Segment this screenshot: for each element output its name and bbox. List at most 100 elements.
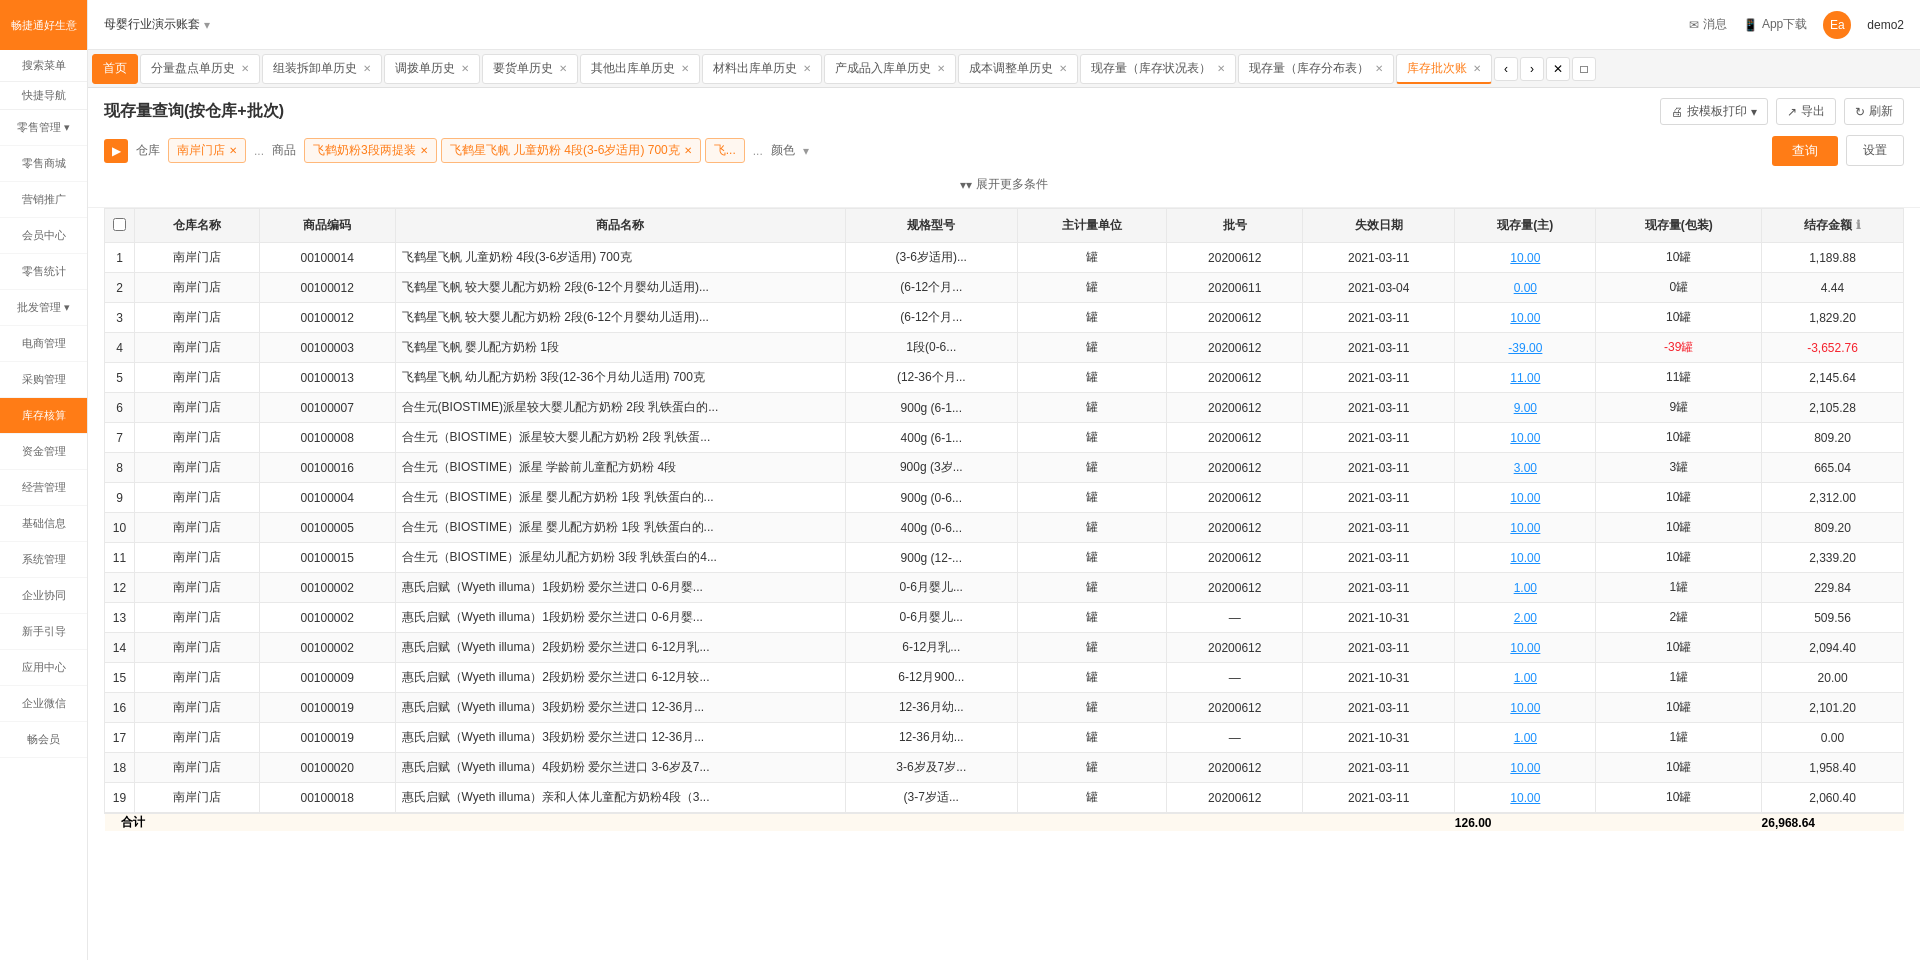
row-qty[interactable]: 10.00 <box>1455 693 1596 723</box>
sidebar-item-ops[interactable]: 经营管理 <box>0 470 87 506</box>
row-qty[interactable]: 10.00 <box>1455 303 1596 333</box>
tab-item-7[interactable]: 产成品入库单历史✕ <box>824 54 956 84</box>
tab-close-10[interactable]: ✕ <box>1375 63 1383 74</box>
sidebar-item-member[interactable]: 会员中心 <box>0 218 87 254</box>
tab-item-5[interactable]: 其他出库单历史✕ <box>580 54 700 84</box>
row-qty[interactable]: 1.00 <box>1455 723 1596 753</box>
tab-item-1[interactable]: 分量盘点单历史✕ <box>140 54 260 84</box>
col-code-header: 商品编码 <box>259 209 395 243</box>
amount-info-icon[interactable]: ℹ <box>1856 218 1861 232</box>
message-button[interactable]: ✉ 消息 <box>1689 16 1727 33</box>
sidebar-item-retail[interactable]: 零售管理 ▾ <box>0 110 87 146</box>
sidebar-item-member2[interactable]: 畅会员 <box>0 722 87 758</box>
tab-close-4[interactable]: ✕ <box>559 63 567 74</box>
row-qty[interactable]: 2.00 <box>1455 603 1596 633</box>
row-qty[interactable]: 10.00 <box>1455 423 1596 453</box>
tab-item-8[interactable]: 成本调整单历史✕ <box>958 54 1078 84</box>
row-warehouse: 南岸门店 <box>135 423 260 453</box>
setting-button[interactable]: 设置 <box>1846 135 1904 166</box>
tab-close-5[interactable]: ✕ <box>681 63 689 74</box>
row-qty-pkg: 10罐 <box>1596 423 1762 453</box>
row-qty[interactable]: 10.00 <box>1455 513 1596 543</box>
product-tag-3[interactable]: 飞... <box>705 138 745 163</box>
account-selector[interactable]: 母婴行业演示账套 ▾ <box>104 16 210 33</box>
user-avatar[interactable]: Ea <box>1823 11 1851 39</box>
warehouse-more-dots[interactable]: ... <box>254 144 264 158</box>
row-qty[interactable]: 1.00 <box>1455 573 1596 603</box>
refresh-button[interactable]: ↻ 刷新 <box>1844 98 1904 125</box>
tab-item-6[interactable]: 材料出库单历史✕ <box>702 54 822 84</box>
sidebar-item-mall[interactable]: 零售商城 <box>0 146 87 182</box>
search-menu[interactable]: 搜索菜单 <box>0 50 87 82</box>
product-tag-1-close[interactable]: ✕ <box>420 145 428 156</box>
tab-item-3[interactable]: 调拨单历史✕ <box>384 54 480 84</box>
tab-item-11[interactable]: 库存批次账✕ <box>1396 54 1492 84</box>
goods-filter-label: 商品 <box>272 142 296 159</box>
sidebar-item-base[interactable]: 基础信息 <box>0 506 87 542</box>
product-tag-2[interactable]: 飞鹤星飞帆 儿童奶粉 4段(3-6岁适用) 700克 ✕ <box>441 138 701 163</box>
sidebar-item-stats[interactable]: 零售统计 <box>0 254 87 290</box>
row-qty[interactable]: 10.00 <box>1455 633 1596 663</box>
row-spec: 6-12月900... <box>845 663 1018 693</box>
tab-scroll-left[interactable]: ‹ <box>1494 57 1518 81</box>
product-tag-2-close[interactable]: ✕ <box>684 145 692 156</box>
quick-nav[interactable]: 快捷导航 <box>0 82 87 110</box>
query-button[interactable]: 查询 <box>1772 136 1838 166</box>
row-qty[interactable]: 1.00 <box>1455 663 1596 693</box>
row-qty[interactable]: 0.00 <box>1455 273 1596 303</box>
row-qty[interactable]: 10.00 <box>1455 783 1596 814</box>
tab-item-4[interactable]: 要货单历史✕ <box>482 54 578 84</box>
tab-close-1[interactable]: ✕ <box>241 63 249 74</box>
sidebar-item-appcenter[interactable]: 应用中心 <box>0 650 87 686</box>
product-tag-1[interactable]: 飞鹤奶粉3段两提装 ✕ <box>304 138 437 163</box>
sidebar-item-finance[interactable]: 资金管理 <box>0 434 87 470</box>
sidebar-item-wholesale[interactable]: 批发管理 ▾ <box>0 290 87 326</box>
select-all-checkbox[interactable] <box>113 218 126 231</box>
sidebar-item-guide[interactable]: 新手引导 <box>0 614 87 650</box>
sidebar-item-system[interactable]: 系统管理 <box>0 542 87 578</box>
tab-close-6[interactable]: ✕ <box>803 63 811 74</box>
tab-item-0[interactable]: 首页 <box>92 54 138 84</box>
tab-close-7[interactable]: ✕ <box>937 63 945 74</box>
sidebar-item-corpwx[interactable]: 企业微信 <box>0 686 87 722</box>
row-qty[interactable]: 9.00 <box>1455 393 1596 423</box>
tab-item-2[interactable]: 组装拆卸单历史✕ <box>262 54 382 84</box>
tab-close-11[interactable]: ✕ <box>1473 63 1481 74</box>
page-title: 现存量查询(按仓库+批次) <box>104 101 284 122</box>
tab-close-9[interactable]: ✕ <box>1217 63 1225 74</box>
row-qty[interactable]: 10.00 <box>1455 243 1596 273</box>
app-download-button[interactable]: 📱 App下载 <box>1743 16 1807 33</box>
template-print-button[interactable]: 🖨 按模板打印 ▾ <box>1660 98 1768 125</box>
sidebar-item-inventory[interactable]: 库存核算 <box>0 398 87 434</box>
row-unit: 罐 <box>1018 423 1167 453</box>
col-name-header: 商品名称 <box>395 209 845 243</box>
color-dropdown-arrow[interactable]: ▾ <box>803 144 809 158</box>
row-qty[interactable]: 11.00 <box>1455 363 1596 393</box>
warehouse-tag[interactable]: 南岸门店 ✕ <box>168 138 246 163</box>
sidebar-item-corp[interactable]: 企业协同 <box>0 578 87 614</box>
row-qty[interactable]: -39.00 <box>1455 333 1596 363</box>
row-qty-pkg: 10罐 <box>1596 303 1762 333</box>
row-qty[interactable]: 3.00 <box>1455 453 1596 483</box>
tab-close-2[interactable]: ✕ <box>363 63 371 74</box>
tab-close-3[interactable]: ✕ <box>461 63 469 74</box>
warehouse-tag-close[interactable]: ✕ <box>229 145 237 156</box>
row-batch: 20200612 <box>1167 333 1303 363</box>
goods-more-dots[interactable]: ... <box>753 144 763 158</box>
row-qty[interactable]: 10.00 <box>1455 543 1596 573</box>
tab-item-9[interactable]: 现存量（库存状况表）✕ <box>1080 54 1236 84</box>
sidebar-item-marketing[interactable]: 营销推广 <box>0 182 87 218</box>
sidebar-item-purchase[interactable]: 采购管理 <box>0 362 87 398</box>
tab-close-8[interactable]: ✕ <box>1059 63 1067 74</box>
tab-item-10[interactable]: 现存量（库存分布表）✕ <box>1238 54 1394 84</box>
row-qty[interactable]: 10.00 <box>1455 753 1596 783</box>
export-button[interactable]: ↗ 导出 <box>1776 98 1836 125</box>
filter-expand-btn[interactable]: ▶ <box>104 139 128 163</box>
tab-maximize[interactable]: □ <box>1572 57 1596 81</box>
tab-close-all[interactable]: ✕ <box>1546 57 1570 81</box>
row-amount: 2,339.20 <box>1762 543 1904 573</box>
sidebar-item-ecom[interactable]: 电商管理 <box>0 326 87 362</box>
row-qty[interactable]: 10.00 <box>1455 483 1596 513</box>
expand-more-btn[interactable]: ▾▾ 展开更多条件 <box>952 172 1056 197</box>
tab-scroll-right[interactable]: › <box>1520 57 1544 81</box>
